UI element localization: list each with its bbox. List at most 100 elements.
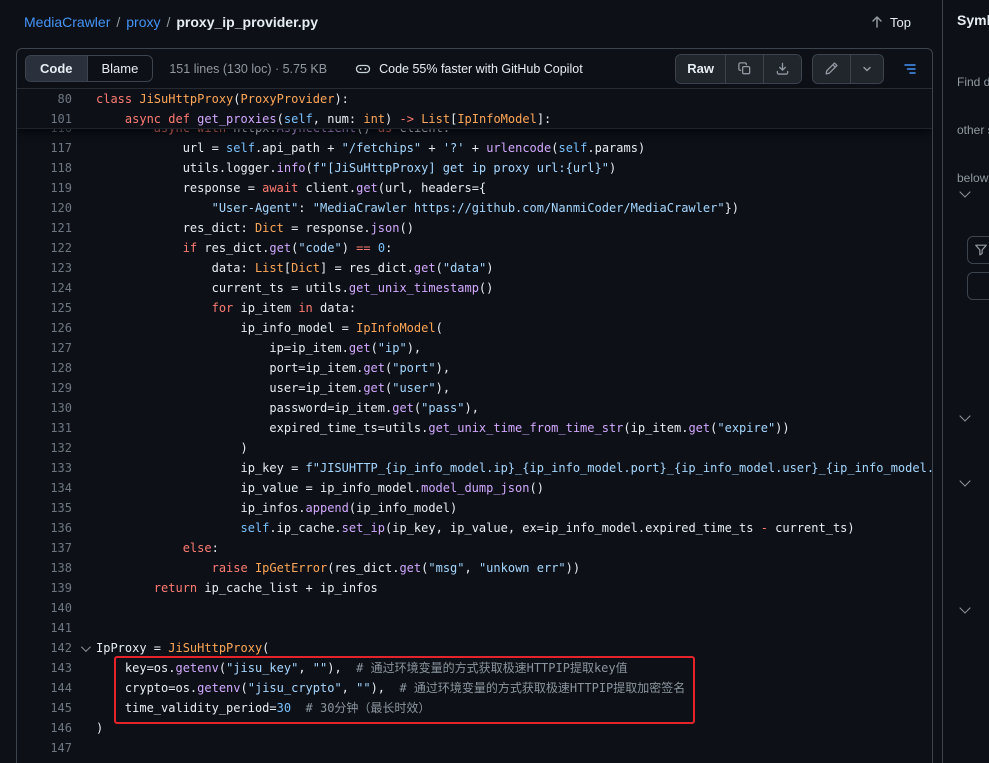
code-token: self <box>284 112 313 126</box>
line-number[interactable]: 146 <box>17 718 72 738</box>
copy-raw-button[interactable] <box>725 55 763 83</box>
breadcrumb-folder-link[interactable]: proxy <box>126 14 160 30</box>
line-number[interactable]: 126 <box>17 318 72 338</box>
code-line-124: 124 current_ts = utils.get_unix_timestam… <box>17 278 932 298</box>
line-number[interactable]: 137 <box>17 538 72 558</box>
back-to-top-button[interactable]: Top <box>869 14 911 30</box>
code-line-125: 125 for ip_item in data: <box>17 298 932 318</box>
code-token: self <box>558 141 587 155</box>
line-number[interactable]: 127 <box>17 338 72 358</box>
code-token: get_unix_timestamp <box>349 281 479 295</box>
code-token: = response. <box>284 221 371 235</box>
code-token: get_proxies <box>197 112 276 126</box>
code-token: : <box>298 201 312 215</box>
line-number[interactable]: 123 <box>17 258 72 278</box>
code-token <box>291 701 305 715</box>
line-number[interactable]: 136 <box>17 518 72 538</box>
code-token: "" <box>313 661 327 675</box>
code-text: ip_info_model = IpInfoModel( <box>96 318 932 338</box>
line-number[interactable]: 117 <box>17 138 72 158</box>
line-number[interactable]: 130 <box>17 398 72 418</box>
code-line-135: 135 ip_infos.append(ip_info_model) <box>17 498 932 518</box>
code-line-80: 80 class JiSuHttpProxy(ProxyProvider): <box>17 89 932 109</box>
code-token: ) <box>385 112 399 126</box>
line-number[interactable]: 134 <box>17 478 72 498</box>
code-text: res_dict: Dict = response.json() <box>96 218 932 238</box>
line-gutter <box>72 658 96 678</box>
code-token: ip=ip_item. <box>96 341 349 355</box>
line-number[interactable]: 147 <box>17 738 72 758</box>
fold-chevron-icon[interactable] <box>72 638 96 658</box>
code-line-123: 123 data: List[Dict] = res_dict.get("dat… <box>17 258 932 278</box>
breadcrumb-repo-link[interactable]: MediaCrawler <box>24 14 110 30</box>
code-token: "expire" <box>717 421 775 435</box>
line-number[interactable]: 120 <box>17 198 72 218</box>
code-token: f"JISUHTTP_{ip_info_model.ip}_{ip_info_m… <box>306 461 932 475</box>
line-number[interactable]: 80 <box>17 89 72 109</box>
raw-button[interactable]: Raw <box>676 55 725 83</box>
code-line-133: 133 ip_key = f"JISUHTTP_{ip_info_model.i… <box>17 458 932 478</box>
line-number[interactable]: 142 <box>17 638 72 658</box>
code-token: ) <box>486 261 493 275</box>
line-number[interactable]: 135 <box>17 498 72 518</box>
line-gutter <box>72 218 96 238</box>
line-number[interactable]: 119 <box>17 178 72 198</box>
code-token: IpGetError <box>255 561 327 575</box>
line-number[interactable]: 131 <box>17 418 72 438</box>
line-number[interactable]: 144 <box>17 678 72 698</box>
code-token: ) <box>96 721 103 735</box>
line-number[interactable]: 101 <box>17 109 72 129</box>
line-gutter <box>72 158 96 178</box>
code-text: class JiSuHttpProxy(ProxyProvider): <box>96 89 932 109</box>
line-number[interactable]: 139 <box>17 578 72 598</box>
symbol-group-chevron-icon[interactable] <box>959 602 970 613</box>
line-number[interactable]: 124 <box>17 278 72 298</box>
code-token: .params) <box>587 141 645 155</box>
line-number[interactable]: 132 <box>17 438 72 458</box>
symbol-list-item[interactable] <box>967 272 989 300</box>
funnel-icon <box>974 243 988 257</box>
code-token <box>96 561 212 575</box>
code-line-119: 119 response = await client.get(url, hea… <box>17 178 932 198</box>
code-token: return <box>154 581 197 595</box>
code-token: ]: <box>537 112 551 126</box>
line-number[interactable]: 141 <box>17 618 72 638</box>
code-line-138: 138 raise IpGetError(res_dict.get("msg",… <box>17 558 932 578</box>
code-token: append <box>306 501 349 515</box>
code-token: get <box>349 341 371 355</box>
line-number[interactable]: 138 <box>17 558 72 578</box>
symbol-group-chevron-icon[interactable] <box>959 475 970 486</box>
code-token: : <box>385 241 392 255</box>
code-token: if <box>183 241 197 255</box>
line-number[interactable]: 140 <box>17 598 72 618</box>
line-gutter <box>72 238 96 258</box>
tab-blame[interactable]: Blame <box>87 56 153 81</box>
code-token: "msg" <box>428 561 464 575</box>
symbols-panel-toggle-button[interactable] <box>896 55 924 83</box>
line-number[interactable]: 118 <box>17 158 72 178</box>
code-token: crypto=os. <box>96 681 197 695</box>
line-number[interactable]: 145 <box>17 698 72 718</box>
symbol-group-chevron-icon[interactable] <box>959 410 970 421</box>
download-raw-button[interactable] <box>763 55 801 83</box>
line-number[interactable]: 143 <box>17 658 72 678</box>
copilot-icon <box>355 61 371 77</box>
code-token <box>248 561 255 575</box>
line-number[interactable]: 121 <box>17 218 72 238</box>
code-token: IpInfoModel <box>457 112 536 126</box>
line-number[interactable]: 133 <box>17 458 72 478</box>
code-token: [ <box>284 261 291 275</box>
line-number[interactable]: 129 <box>17 378 72 398</box>
edit-dropdown-button[interactable] <box>850 55 883 83</box>
symbols-filter-button[interactable] <box>967 236 989 264</box>
code-line-136: 136 self.ip_cache.set_ip(ip_key, ip_valu… <box>17 518 932 538</box>
code-blame-segmented-control: Code Blame <box>25 55 153 82</box>
line-number[interactable]: 128 <box>17 358 72 378</box>
code-text: password=ip_item.get("pass"), <box>96 398 932 418</box>
line-number[interactable]: 122 <box>17 238 72 258</box>
code-token: , <box>342 681 356 695</box>
code-token: utils.logger. <box>96 161 277 175</box>
edit-button[interactable] <box>813 55 850 83</box>
tab-code[interactable]: Code <box>26 56 87 81</box>
line-number[interactable]: 125 <box>17 298 72 318</box>
